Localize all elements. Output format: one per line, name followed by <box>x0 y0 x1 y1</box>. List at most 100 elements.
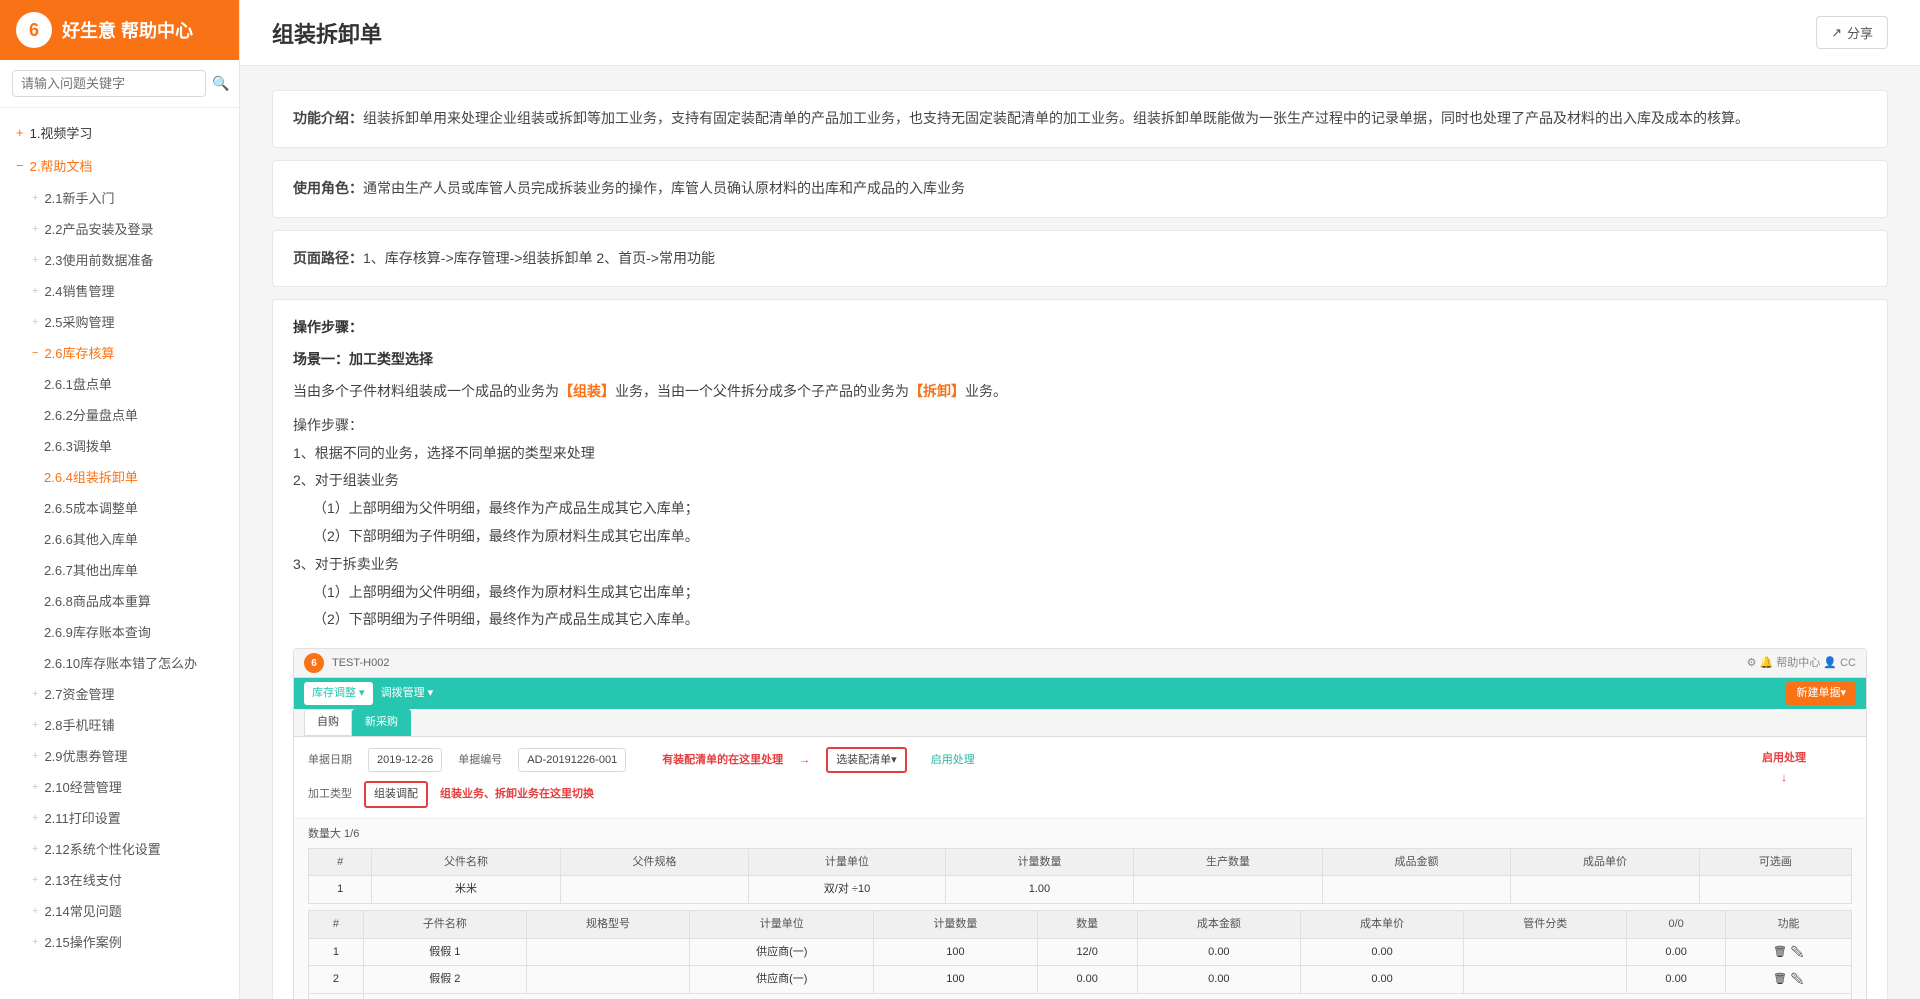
sidebar-item-finance[interactable]: + 2.7资金管理 <box>8 678 239 709</box>
sidebar-leaf-2-6-6[interactable]: 2.6.6其他入库单 <box>8 523 239 554</box>
table-row: 3 <box>309 994 1852 999</box>
expand-icon: + <box>32 254 38 266</box>
sidebar-item-help-docs[interactable]: − 2.帮助文档 <box>0 149 239 182</box>
mock-form-area: 单据日期 2019-12-26 单据编号 AD-20191226-001 有装配… <box>294 737 1866 819</box>
main-panel: 组装拆卸单 ↗ 分享 功能介绍：组装拆卸单用来处理企业组装或拆卸等加工业务，支持… <box>240 0 1920 999</box>
sidebar-item-label: 2.5采购管理 <box>44 312 114 331</box>
nav-section-help-docs: − 2.帮助文档 + 2.1新手入门 + 2.2产品安装及登录 + 2.3使用前… <box>0 149 239 957</box>
sidebar-item-label: 2.4销售管理 <box>44 281 114 300</box>
steps-intro: 操作步骤： 1、根据不同的业务，选择不同单据的类型来处理 2、对于组装业务 （1… <box>293 414 1867 632</box>
collapse-icon: − <box>32 347 38 359</box>
mock-tab-new-purchase[interactable]: 新采购 <box>352 709 411 736</box>
share-icon: ↗ <box>1831 25 1842 41</box>
sidebar-item-label: 2.3使用前数据准备 <box>44 250 153 269</box>
role-text: 通常由生产人员或库管人员完成拆装业务的操作，库管人员确认原材料的出库和产成品的入… <box>363 180 965 196</box>
sidebar-leaf-2-6-1[interactable]: 2.6.1盘点单 <box>8 368 239 399</box>
mock-type-value[interactable]: 组装调配 <box>364 781 428 808</box>
table-row: 2 假假 2 供应商(一) 100 0.00 0.00 0.00 0.00 <box>309 966 1852 994</box>
sidebar-leaf-2-6-9[interactable]: 2.6.9库存账本查询 <box>8 616 239 647</box>
screenshot-mockup: 6 TEST-H002 ⚙ 🔔 帮助中心 👤 CC 库存调整 ▾ 调拨管理 ▾ … <box>293 648 1867 999</box>
search-input[interactable] <box>12 70 206 97</box>
content-area: 功能介绍：组装拆卸单用来处理企业组装或拆卸等加工业务，支持有固定装配清单的产品加… <box>240 66 1920 999</box>
mock-icons: ⚙ 🔔 帮助中心 👤 CC <box>1747 654 1856 673</box>
sidebar-item-data-prep[interactable]: + 2.3使用前数据准备 <box>8 244 239 275</box>
arrow-icon-1: → <box>799 751 810 770</box>
expand-icon: + <box>32 316 38 328</box>
mock-tabs: 自购 新采购 <box>294 709 1866 737</box>
sidebar-item-personalize[interactable]: + 2.12系统个性化设置 <box>8 833 239 864</box>
mock-nav-btn2[interactable]: 调拨管理 ▾ <box>381 684 434 703</box>
role-block: 使用角色：通常由生产人员或库管人员完成拆装业务的操作，库管人员确认原材料的出库和… <box>272 160 1888 218</box>
sidebar-item-sales[interactable]: + 2.4销售管理 <box>8 275 239 306</box>
sidebar-item-coupon[interactable]: + 2.9优惠券管理 <box>8 740 239 771</box>
step2-2: （2）下部明细为子件明细，最终作为原材料生成其它出库单。 <box>313 525 1867 549</box>
sidebar-item-mobile[interactable]: + 2.8手机旺铺 <box>8 709 239 740</box>
mock-upper-table: # 父件名称 父件规格 计量单位 计量数量 生产数量 成品金额 成品单价 可选画 <box>308 848 1852 904</box>
expand-icon: + <box>32 936 38 948</box>
expand-icon: + <box>32 750 38 762</box>
sidebar-leaf-2-6-2[interactable]: 2.6.2分量盘点单 <box>8 399 239 430</box>
sidebar-item-label: 2.1新手入门 <box>44 188 114 207</box>
expand-icon: + <box>32 874 38 886</box>
app-title: 好生意 帮助中心 <box>62 17 193 43</box>
share-button[interactable]: ↗ 分享 <box>1816 16 1888 49</box>
sidebar-leaf-2-6-3[interactable]: 2.6.3调拨单 <box>8 430 239 461</box>
step3-1: （1）上部明细为父件明细，最终作为原材料生成其它出库单； <box>313 581 1867 605</box>
mock-enable-btn1[interactable]: 启用处理 <box>931 751 975 770</box>
col-parent-spec: 父件规格 <box>560 848 749 876</box>
sidebar-item-video-learning[interactable]: + 1.视频学习 <box>0 116 239 149</box>
step3-2: （2）下部明细为子件明细，最终作为产成品生成其它入库单。 <box>313 608 1867 632</box>
mock-upper-table-area: 数量大 1/6 # 父件名称 父件规格 计量单位 计量数量 生产数量 成品金额 <box>294 819 1866 904</box>
collapse-icon: − <box>16 158 24 173</box>
nav-tree: + 1.视频学习 − 2.帮助文档 + 2.1新手入门 + 2.2产品安装及登录 <box>0 108 239 999</box>
scene1-heading: 场景一：加工类型选择 <box>293 348 1867 372</box>
expand-icon: + <box>32 812 38 824</box>
sidebar-item-label: 2.2产品安装及登录 <box>44 219 153 238</box>
mock-test-id: TEST-H002 <box>332 654 389 673</box>
col-parent-name: 父件名称 <box>372 848 561 876</box>
role-label: 使用角色： <box>293 180 363 196</box>
sidebar-item-inventory[interactable]: − 2.6库存核算 <box>8 337 239 368</box>
annotation-5-group: 启用处理 ↓ <box>1762 749 1806 788</box>
expand-icon: + <box>32 223 38 235</box>
mock-form-row1: 单据日期 2019-12-26 单据编号 AD-20191226-001 有装配… <box>308 747 1852 774</box>
nav-section-video-learning: + 1.视频学习 <box>0 116 239 149</box>
sidebar-item-ops-mgmt[interactable]: + 2.10经营管理 <box>8 771 239 802</box>
sidebar-leaf-2-6-5[interactable]: 2.6.5成本调整单 <box>8 492 239 523</box>
mock-select-bom-btn[interactable]: 选装配清单▾ <box>826 747 907 774</box>
ops-heading: 操作步骤： <box>293 316 1867 340</box>
step1: 1、根据不同的业务，选择不同单据的类型来处理 <box>293 442 1867 466</box>
sidebar-item-cases[interactable]: + 2.15操作案例 <box>8 926 239 957</box>
sidebar-header: 6 好生意 帮助中心 <box>0 0 239 60</box>
mock-order-label: 单据编号 <box>458 751 502 770</box>
sidebar-leaf-2-6-7[interactable]: 2.6.7其他出库单 <box>8 554 239 585</box>
sidebar-leaf-2-6-4[interactable]: 2.6.4组装拆卸单 <box>8 461 239 492</box>
zuzhuang-text: 【组装】 <box>559 383 615 399</box>
sidebar-item-faq[interactable]: + 2.14常见问题 <box>8 895 239 926</box>
mock-nav-btn1[interactable]: 库存调整 ▾ <box>304 682 373 705</box>
col-prod-amount: 成品金额 <box>1322 848 1511 876</box>
col-optional: 可选画 <box>1699 848 1851 876</box>
sidebar-item-install[interactable]: + 2.2产品安装及登录 <box>8 213 239 244</box>
mock-titlebar: 6 TEST-H002 ⚙ 🔔 帮助中心 👤 CC <box>294 649 1866 678</box>
logo-icon: 6 <box>16 12 52 48</box>
sidebar-item-new-user[interactable]: + 2.1新手入门 <box>8 182 239 213</box>
expand-icon: + <box>32 192 38 204</box>
sidebar-item-label: 2.6库存核算 <box>44 343 114 362</box>
col-num: # <box>309 848 372 876</box>
mock-new-order-btn[interactable]: 新建单据▾ <box>1786 682 1856 705</box>
col-qty-count: 计量数量 <box>945 848 1134 876</box>
mock-tab-self-purchase[interactable]: 自购 <box>304 709 352 736</box>
annotation-5: 启用处理 <box>1762 749 1806 768</box>
sidebar-item-purchase[interactable]: + 2.5采购管理 <box>8 306 239 337</box>
mock-order-value: AD-20191226-001 <box>518 748 626 773</box>
sidebar-item-print[interactable]: + 2.11打印设置 <box>8 802 239 833</box>
steps-intro-label: 操作步骤： <box>293 414 1867 438</box>
table-row: 1 米米 双/对 ÷10 1.00 <box>309 876 1852 904</box>
sidebar-item-online-pay[interactable]: + 2.13在线支付 <box>8 864 239 895</box>
search-icon[interactable]: 🔍 <box>212 75 229 92</box>
sidebar-leaf-2-6-10[interactable]: 2.6.10库存账本错了怎么办 <box>8 647 239 678</box>
sidebar-leaf-2-6-8[interactable]: 2.6.8商品成本重算 <box>8 585 239 616</box>
expand-icon: + <box>16 125 24 140</box>
search-box: 🔍 <box>0 60 239 108</box>
